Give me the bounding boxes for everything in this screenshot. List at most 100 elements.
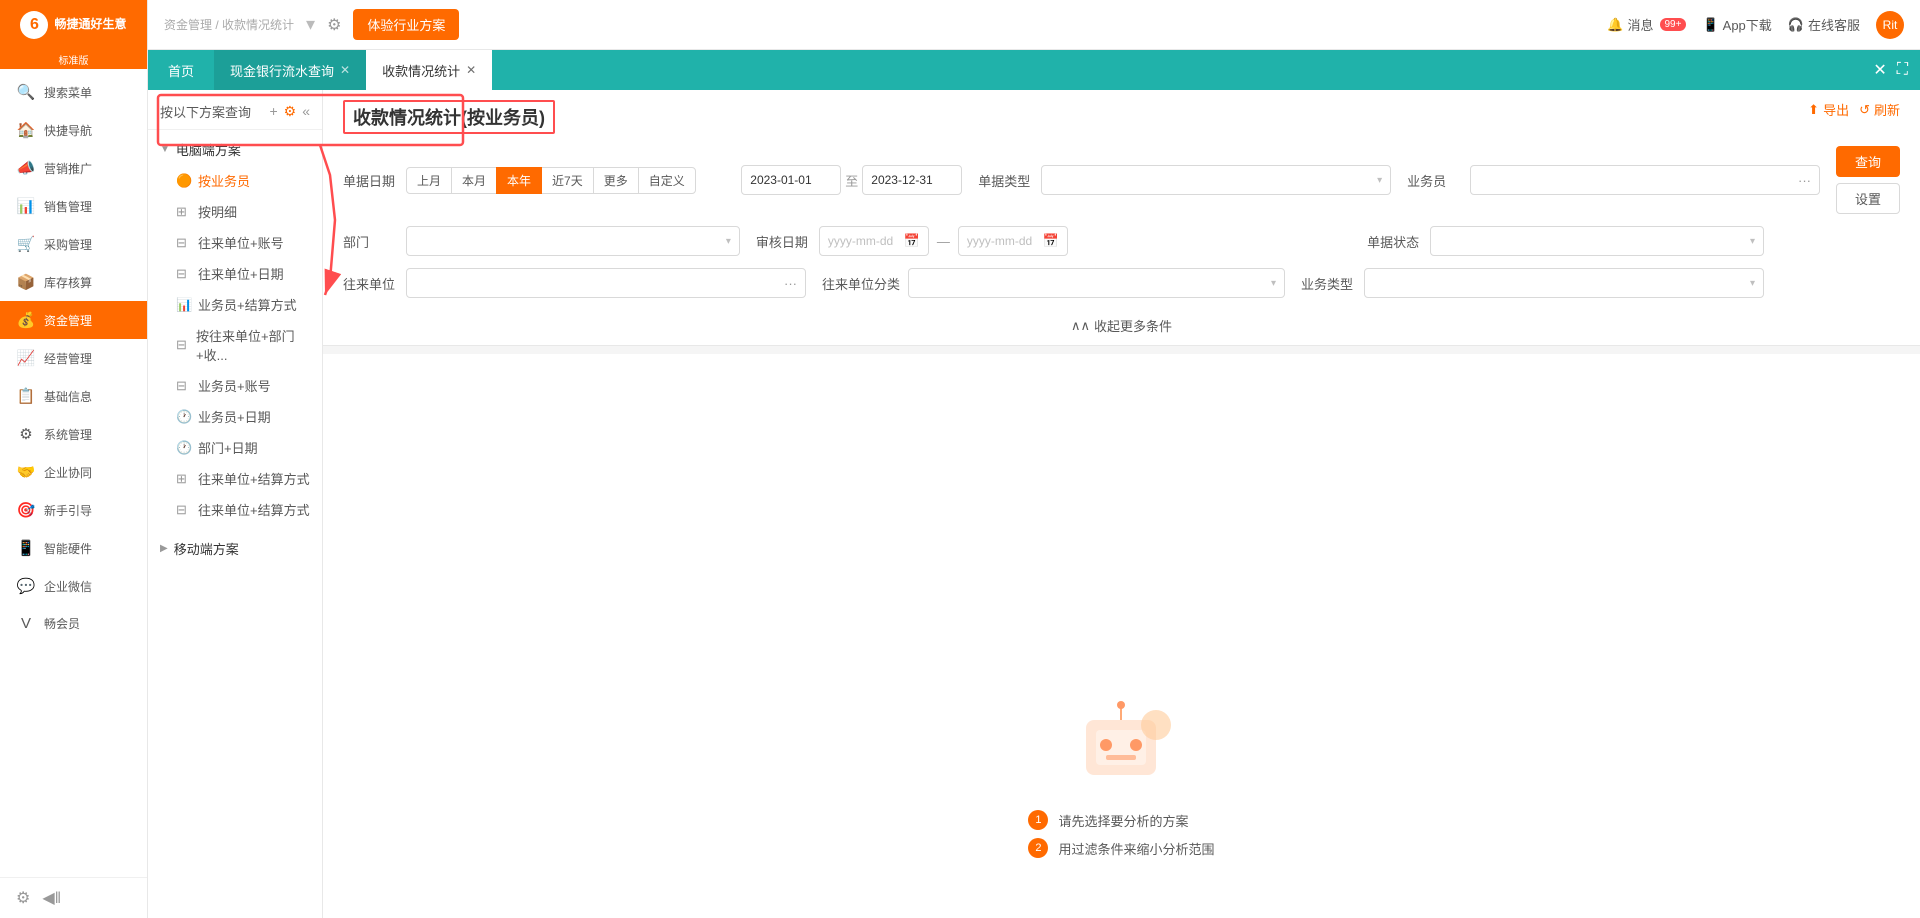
export-label: 导出 — [1823, 100, 1849, 119]
empty-step-2: 2 用过滤条件来缩小分析范围 — [1028, 838, 1214, 858]
tab-bank-flow-close[interactable]: ✕ — [340, 63, 350, 77]
page-title-row: 收款情况统计(按业务员) — [343, 100, 1900, 134]
review-date-end-input[interactable]: yyyy-mm-dd 📅 — [958, 226, 1068, 256]
scheme-item-label: 按往来单位+部门+收... — [196, 326, 310, 364]
handshake-icon: 🤝 — [16, 463, 36, 481]
settings-button[interactable]: 设置 — [1836, 183, 1900, 214]
add-scheme-icon[interactable]: + — [269, 103, 277, 120]
step-1-num: 1 — [1028, 810, 1048, 830]
mobile-group-label: 移动端方案 — [174, 539, 239, 558]
salesman-input[interactable]: ··· — [1470, 165, 1820, 195]
messages-button[interactable]: 🔔 消息 99+ — [1607, 15, 1686, 34]
date-end-input[interactable]: 2023-12-31 — [862, 165, 962, 195]
online-service-button[interactable]: 🎧 在线客服 — [1788, 15, 1860, 34]
query-button[interactable]: 查询 — [1836, 146, 1900, 177]
footer-collapse-button[interactable]: ◀‖ — [42, 888, 61, 908]
user-avatar[interactable]: Rit — [1876, 11, 1904, 39]
refresh-button[interactable]: ↺ 刷新 — [1859, 100, 1900, 119]
scheme-item-label: 部门+日期 — [198, 438, 258, 457]
business-type-select[interactable]: ▾ — [1364, 268, 1764, 298]
scheme-item-by-detail[interactable]: ⊞ 按明细 — [148, 196, 322, 227]
sidebar-item-member[interactable]: V 畅会员 — [0, 605, 147, 642]
step-2-text: 用过滤条件来缩小分析范围 — [1058, 839, 1214, 858]
sidebar-item-label: 库存核算 — [44, 274, 92, 291]
sidebar-item-inventory[interactable]: 📦 库存核算 — [0, 263, 147, 301]
sidebar-item-guide[interactable]: 🎯 新手引导 — [0, 491, 147, 529]
salesman-label: 业务员 — [1407, 171, 1462, 190]
tab-close-all-icon[interactable]: ✕ — [1873, 60, 1886, 80]
scheme-item-partner-date[interactable]: ⊟ 往来单位+日期 — [148, 258, 322, 289]
sidebar-item-enterprise[interactable]: 🤝 企业协同 — [0, 453, 147, 491]
sidebar-item-marketing[interactable]: 📣 营销推广 — [0, 149, 147, 187]
topbar-settings-icon[interactable]: ⚙ — [327, 15, 341, 35]
mobile-group-title[interactable]: ▶ 移动端方案 — [148, 533, 322, 564]
breadcrumb-text: 资金管理 / 收款情况统计 — [164, 16, 294, 33]
collapse-button[interactable]: ∧∧ 收起更多条件 — [1071, 316, 1172, 335]
sidebar-item-operation[interactable]: 📈 经营管理 — [0, 339, 147, 377]
date-btn-this-year[interactable]: 本年 — [496, 167, 542, 194]
date-btn-custom[interactable]: 自定义 — [638, 167, 696, 194]
scheme-partner-payment1-icon: ⊞ — [176, 471, 192, 487]
collapse-panel-icon[interactable]: « — [302, 103, 310, 120]
dept-select[interactable]: ▾ — [406, 226, 740, 256]
tab-receipt-stat-close[interactable]: ✕ — [466, 63, 476, 77]
date-start-input[interactable]: 2023-01-01 — [741, 165, 841, 195]
sidebar-item-wechat[interactable]: 💬 企业微信 — [0, 567, 147, 605]
date-btn-last-month[interactable]: 上月 — [406, 167, 452, 194]
date-btn-this-month[interactable]: 本月 — [451, 167, 497, 194]
sidebar-item-system[interactable]: ⚙ 系统管理 — [0, 415, 147, 453]
scheme-item-partner-payment1[interactable]: ⊞ 往来单位+结算方式 — [148, 463, 322, 494]
sidebar-item-label: 智能硬件 — [44, 540, 92, 557]
footer-settings-button[interactable]: ⚙ — [16, 888, 30, 908]
date-end-value: 2023-12-31 — [871, 173, 932, 187]
partner-label: 往来单位 — [343, 274, 398, 293]
date-btn-more[interactable]: 更多 — [593, 167, 639, 194]
date-btn-last7[interactable]: 近7天 — [541, 167, 594, 194]
left-panel-title: 按以下方案查询 — [160, 102, 251, 121]
tab-maximize-icon[interactable]: ⛶ — [1897, 61, 1908, 79]
partner-category-select[interactable]: ▾ — [908, 268, 1285, 298]
search-icon: 🔍 — [16, 83, 36, 101]
settings-scheme-icon[interactable]: ⚙ — [284, 103, 297, 120]
scheme-item-salesman-account[interactable]: ⊟ 业务员+账号 — [148, 370, 322, 401]
review-date-separator: — — [937, 234, 950, 249]
desktop-group-title[interactable]: ▼ 电脑端方案 — [148, 134, 322, 165]
sidebar-item-search-menu[interactable]: 🔍 搜索菜单 — [0, 73, 147, 111]
scheme-item-salesman-payment[interactable]: 📊 业务员+结算方式 — [148, 289, 322, 320]
export-button[interactable]: ⬆ 导出 — [1808, 100, 1849, 119]
sidebar-item-sales[interactable]: 📊 销售管理 — [0, 187, 147, 225]
tab-bank-flow[interactable]: 现金银行流水查询 ✕ — [214, 50, 366, 90]
doc-type-arrow-icon: ▾ — [1377, 175, 1382, 186]
scheme-item-salesman-date[interactable]: 🕐 业务员+日期 — [148, 401, 322, 432]
scheme-item-dept-date[interactable]: 🕐 部门+日期 — [148, 432, 322, 463]
sidebar-item-quick-nav[interactable]: 🏠 快捷导航 — [0, 111, 147, 149]
sidebar-item-basic[interactable]: 📋 基础信息 — [0, 377, 147, 415]
trial-button[interactable]: 体验行业方案 — [353, 9, 459, 40]
date-start-value: 2023-01-01 — [750, 173, 811, 187]
sidebar-item-purchase[interactable]: 🛒 采购管理 — [0, 225, 147, 263]
calendar-end-icon: 📅 — [1043, 233, 1059, 249]
tab-receipt-stat[interactable]: 收款情况统计 ✕ — [366, 50, 492, 90]
scheme-item-by-salesman[interactable]: 🟠 按业务员 — [148, 165, 322, 196]
page-header-actions: ⬆ 导出 ↺ 刷新 — [1808, 100, 1900, 119]
app-download-button[interactable]: 📱 App下载 — [1702, 15, 1771, 34]
scheme-item-label: 业务员+账号 — [198, 376, 271, 395]
doc-status-select[interactable]: ▾ — [1430, 226, 1764, 256]
sidebar-item-finance[interactable]: 💰 资金管理 — [0, 301, 147, 339]
review-date-start-input[interactable]: yyyy-mm-dd 📅 — [819, 226, 929, 256]
main-area: 资金管理 / 收款情况统计 ▾ ⚙ 体验行业方案 🔔 消息 99+ 📱 App下… — [148, 0, 1920, 918]
partner-input[interactable]: ··· — [406, 268, 806, 298]
doc-type-select[interactable]: ▾ — [1041, 165, 1391, 195]
collapse-row: ∧∧ 收起更多条件 — [343, 310, 1900, 345]
collapse-label: 收起更多条件 — [1094, 316, 1172, 335]
sidebar-item-hardware[interactable]: 📱 智能硬件 — [0, 529, 147, 567]
scheme-item-partner-payment2[interactable]: ⊟ 往来单位+结算方式 — [148, 494, 322, 525]
desktop-group-label: 电脑端方案 — [176, 140, 241, 159]
scheme-item-partner-dept[interactable]: ⊟ 按往来单位+部门+收... — [148, 320, 322, 370]
date-input-group: 2023-01-01 至 2023-12-31 — [741, 165, 962, 195]
online-service-label: 在线客服 — [1808, 15, 1860, 34]
scheme-item-partner-account[interactable]: ⊟ 往来单位+账号 — [148, 227, 322, 258]
breadcrumb-dropdown-icon[interactable]: ▾ — [306, 14, 315, 35]
step-1-text: 请先选择要分析的方案 — [1058, 811, 1188, 830]
tab-home[interactable]: 首页 — [148, 50, 214, 90]
